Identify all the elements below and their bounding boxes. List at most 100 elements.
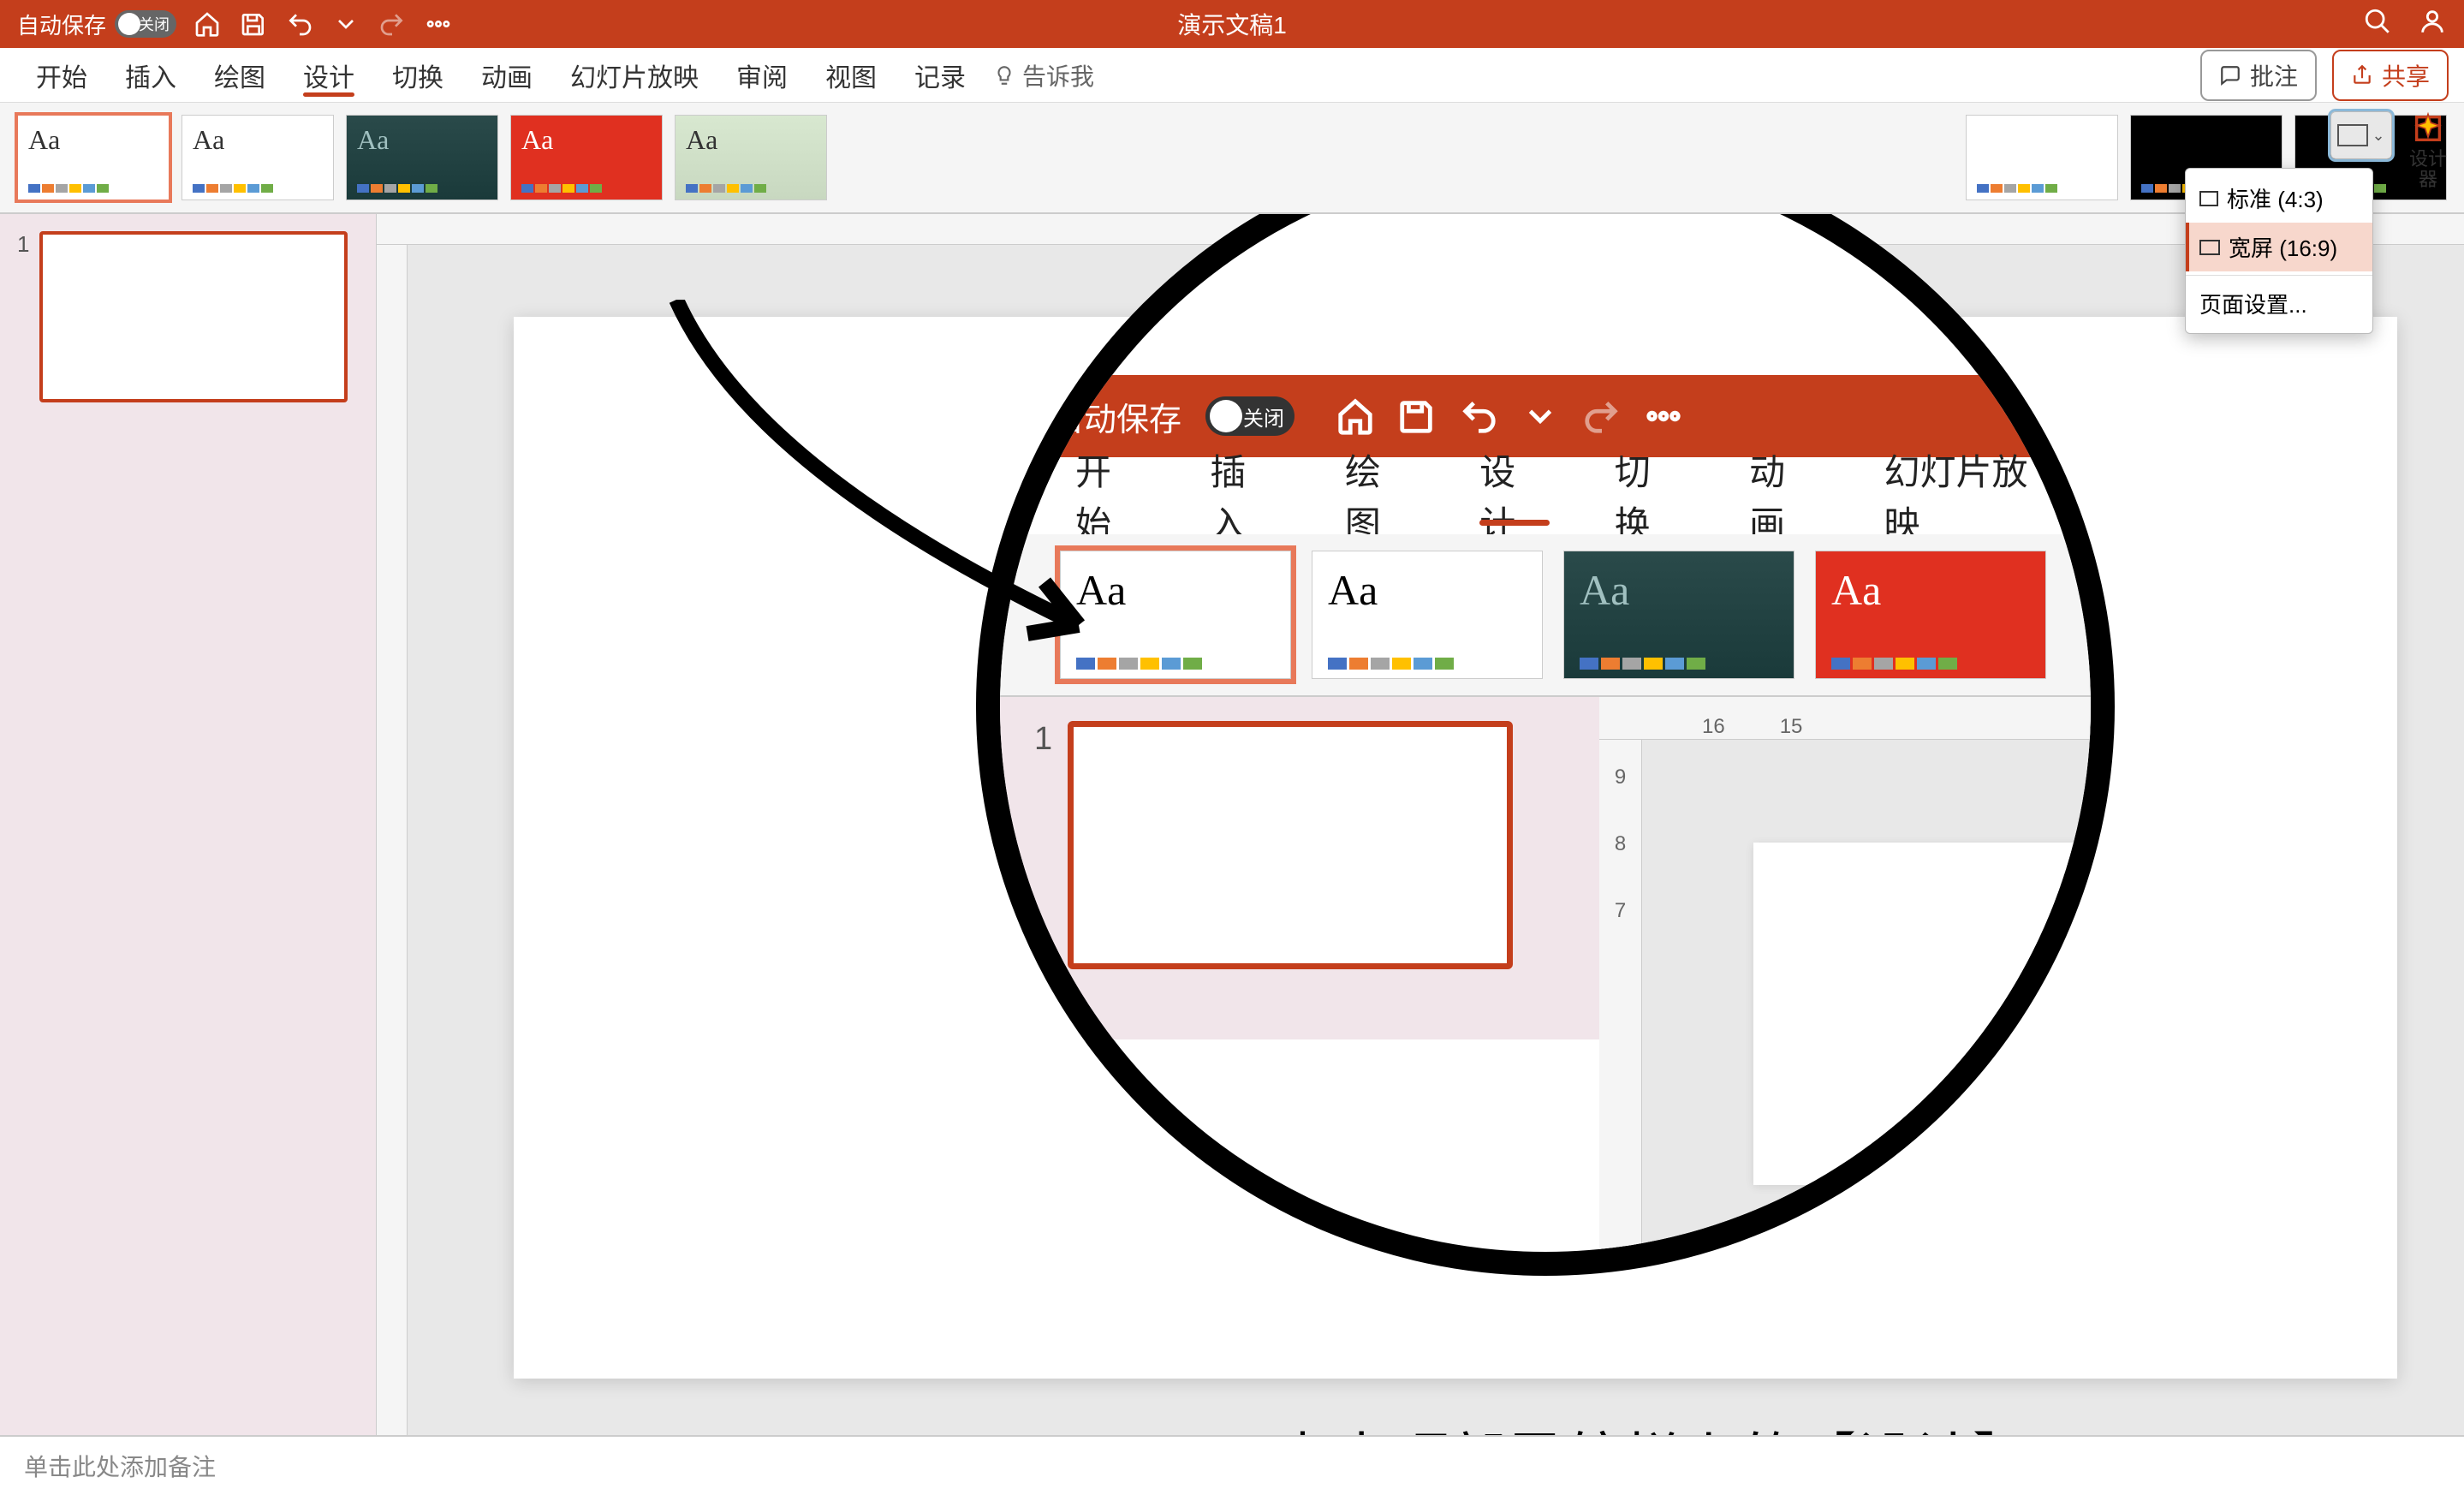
canvas-area: 自动保存 关闭 开始 插入 — [377, 214, 2464, 1435]
tab-review[interactable]: 审阅 — [717, 48, 806, 102]
theme-swatches — [521, 184, 652, 193]
mag-redo-icon — [1582, 396, 1622, 436]
mag-ruler-h: 16 15 — [1599, 697, 2091, 740]
main-area: 1 自动保存 关闭 — [0, 214, 2464, 1435]
theme-5[interactable]: Aa — [675, 115, 827, 200]
mag-canvas-area: 16 15 9 8 7 — [1599, 697, 2091, 1252]
tab-draw[interactable]: 绘图 — [195, 48, 284, 102]
design-ribbon: Aa Aa Aa Aa Aa ⌄ 设计 器 标准 (4:3) 宽屏 (16:9)… — [0, 103, 2464, 214]
tab-view[interactable]: 视图 — [806, 48, 896, 102]
mag-tab-home: 开始 — [1043, 457, 1177, 534]
size-widescreen[interactable]: 宽屏 (16:9) — [2186, 223, 2372, 271]
slide-size-button[interactable]: ⌄ — [2330, 111, 2392, 159]
mag-theme-1: Aa — [1060, 551, 1291, 679]
undo-dropdown-icon[interactable] — [330, 9, 361, 39]
search-icon[interactable] — [2363, 7, 2392, 42]
mag-undo-icon — [1459, 396, 1498, 436]
theme-4[interactable]: Aa — [510, 115, 663, 200]
tab-animations[interactable]: 动画 — [462, 48, 551, 102]
notes-pane[interactable]: 单击此处添加备注 — [0, 1435, 2464, 1495]
designer-button[interactable]: 设计 器 — [2409, 111, 2447, 190]
mag-save-icon — [1397, 396, 1437, 436]
ratio-169-icon — [2199, 240, 2220, 255]
notes-placeholder: 单击此处添加备注 — [24, 1454, 216, 1480]
tab-slideshow[interactable]: 幻灯片放映 — [551, 48, 717, 102]
mag-tab-insert: 插入 — [1177, 457, 1312, 534]
document-title: 演示文稿1 — [1177, 7, 1287, 41]
mag-toggle-state: 关闭 — [1243, 402, 1284, 432]
account-icon[interactable] — [2418, 7, 2447, 42]
title-right — [2363, 7, 2447, 42]
share-label: 共享 — [2382, 58, 2430, 92]
theme-swatches — [28, 184, 158, 193]
instruction-annotation: 1. 点击顶部导航栏上的【设计】 — [1216, 1413, 2031, 1435]
mag-home-icon — [1336, 396, 1375, 436]
share-button[interactable]: 共享 — [2332, 50, 2449, 101]
comments-button[interactable]: 批注 — [2200, 50, 2317, 101]
theme-3[interactable]: Aa — [346, 115, 498, 200]
mag-theme-3: Aa — [1563, 551, 1794, 679]
mag-tab-transitions: 切换 — [1582, 457, 1717, 534]
home-icon[interactable] — [192, 9, 223, 39]
autosave-toggle[interactable]: 自动保存 关闭 — [17, 9, 176, 40]
mag-theme-2: Aa — [1312, 551, 1543, 679]
tab-design[interactable]: 设计 — [284, 48, 373, 102]
ratio-43-icon — [2199, 191, 2218, 206]
title-bar: 自动保存 关闭 演示文稿1 — [0, 0, 2464, 48]
undo-icon[interactable] — [284, 9, 315, 39]
mag-swatches — [1831, 658, 2030, 670]
magnifier-content: 自动保存 关闭 开始 插入 — [1000, 214, 2091, 1252]
redo-icon[interactable] — [377, 9, 408, 39]
thumbnail-preview[interactable] — [39, 231, 348, 402]
comment-icon — [2219, 64, 2241, 86]
tabs-right: 批注 共享 — [2200, 50, 2449, 101]
mag-tab-design: 设计 — [1447, 457, 1581, 534]
mag-thumb-number: 1 — [1034, 721, 1052, 969]
mag-swatches — [1076, 658, 1275, 670]
size-standard[interactable]: 标准 (4:3) — [2186, 174, 2372, 223]
tab-transitions[interactable]: 切换 — [373, 48, 462, 102]
toggle-knob — [118, 13, 140, 35]
mag-more-icon — [1644, 396, 1683, 436]
size-page-setup[interactable]: 页面设置... — [2186, 279, 2372, 328]
tab-record[interactable]: 记录 — [896, 48, 985, 102]
mag-ruler-v: 9 8 7 — [1599, 740, 1642, 1252]
thumbnail-number: 1 — [17, 231, 29, 402]
ribbon-tabs: 开始 插入 绘图 设计 切换 动画 幻灯片放映 审阅 视图 记录 告诉我 批注 … — [0, 48, 2464, 103]
mag-tabs: 开始 插入 绘图 设计 切换 动画 幻灯片放映 — [1000, 457, 2091, 534]
theme-office[interactable]: Aa — [17, 115, 170, 200]
mag-autosave-label: 自动保存 — [1051, 393, 1181, 440]
save-icon[interactable] — [238, 9, 269, 39]
share-icon — [2351, 64, 2373, 86]
tellme-label: 告诉我 — [1022, 58, 1094, 92]
tab-home[interactable]: 开始 — [17, 48, 106, 102]
slide-size-menu: 标准 (4:3) 宽屏 (16:9) 页面设置... — [2185, 168, 2373, 334]
menu-separator — [2186, 275, 2372, 276]
mag-ribbon: Aa Aa Aa Aa — [1000, 534, 2091, 697]
toggle-switch[interactable]: 关闭 — [115, 10, 176, 38]
mag-tab-animations: 动画 — [1717, 457, 1851, 534]
thumbnail-item[interactable]: 1 — [17, 231, 359, 402]
magnifier-overlay: 自动保存 关闭 开始 插入 — [976, 214, 2115, 1276]
comments-label: 批注 — [2250, 58, 2298, 92]
more-icon[interactable] — [423, 9, 454, 39]
mag-thumb-preview — [1068, 721, 1513, 969]
theme-2[interactable]: Aa — [182, 115, 334, 200]
tellme-search[interactable]: 告诉我 — [993, 58, 1094, 92]
mag-swatches — [1580, 658, 1778, 670]
designer-icon — [2411, 111, 2445, 146]
theme-swatches — [1977, 184, 2107, 193]
mag-tab-draw: 绘图 — [1312, 457, 1447, 534]
mag-slide-corner — [1753, 843, 2115, 1185]
autosave-label: 自动保存 — [17, 9, 106, 40]
theme-variant-1[interactable] — [1966, 115, 2118, 200]
qat: 自动保存 关闭 — [0, 9, 454, 40]
toggle-state: 关闭 — [139, 13, 170, 35]
tab-insert[interactable]: 插入 — [106, 48, 195, 102]
theme-swatches — [193, 184, 323, 193]
mag-toggle: 关闭 — [1205, 396, 1294, 436]
mag-thumb-item: 1 — [1034, 721, 1565, 969]
mag-chevron-icon — [1521, 396, 1560, 436]
mag-toggle-knob — [1210, 400, 1242, 432]
thumbnail-panel: 1 — [0, 214, 377, 1435]
